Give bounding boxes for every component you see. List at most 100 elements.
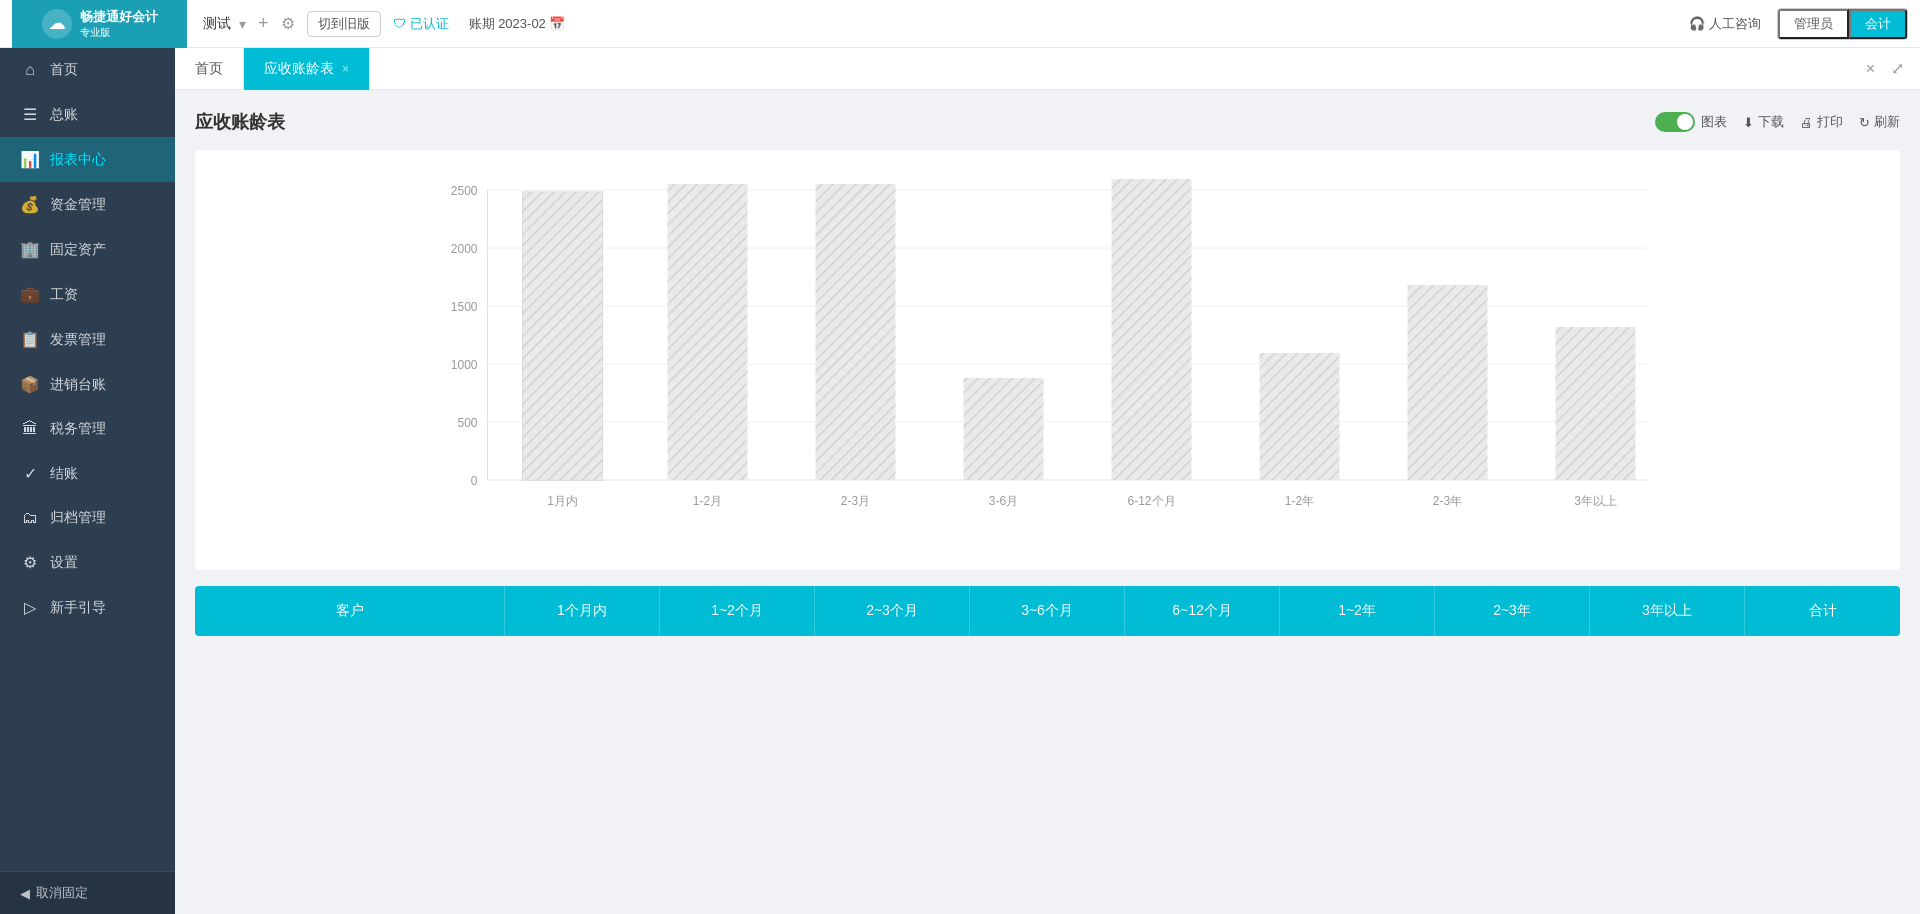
certified-text: 已认证: [410, 15, 449, 33]
guide-icon: ▷: [20, 598, 40, 617]
sidebar-item-closing[interactable]: ✓ 结账: [0, 451, 175, 496]
sidebar-item-archive[interactable]: 🗂 归档管理: [0, 496, 175, 540]
user-role-switcher: 管理员 会计: [1777, 8, 1908, 40]
sidebar-item-label: 工资: [50, 286, 78, 304]
app-logo: ☁ 畅捷通好会计 专业版: [12, 0, 187, 48]
refresh-icon: ↻: [1859, 115, 1870, 130]
sidebar-item-inventory[interactable]: 📦 进销台账: [0, 362, 175, 407]
svg-text:1500: 1500: [451, 300, 478, 314]
settings-icon: ⚙: [20, 553, 40, 572]
home-icon: ⌂: [20, 61, 40, 79]
svg-text:1-2月: 1-2月: [693, 494, 722, 508]
col-1-2months: 1~2个月: [660, 586, 815, 636]
close-window-icon[interactable]: ×: [1862, 56, 1879, 82]
page-header: 应收账龄表 图表 ⬇ 下载 🖨 打印: [195, 110, 1900, 134]
sidebar-scroll: ⌂ 首页 ☰ 总账 📊 报表中心 💰 资金管理 🏢 固定资产 💼 工资: [0, 48, 175, 871]
sidebar-item-guide[interactable]: ▷ 新手引导: [0, 585, 175, 630]
svg-text:2-3月: 2-3月: [841, 494, 870, 508]
svg-text:1-2年: 1-2年: [1285, 494, 1314, 508]
svg-text:0: 0: [471, 474, 478, 488]
top-header: ☁ 畅捷通好会计 专业版 测试 ▾ + ⚙ 切到旧版 🛡 已认证 账期 2023…: [0, 0, 1920, 48]
consulting-button[interactable]: 🎧 人工咨询: [1689, 15, 1761, 33]
col-3-6months: 3~6个月: [970, 586, 1125, 636]
pin-icon: ◀: [20, 886, 30, 901]
invoice-icon: 📋: [20, 330, 40, 349]
svg-text:2-3年: 2-3年: [1433, 494, 1462, 508]
sidebar-item-reports[interactable]: 📊 报表中心: [0, 137, 175, 182]
add-button[interactable]: +: [258, 13, 269, 34]
col-2-3months: 2~3个月: [815, 586, 970, 636]
main-layout: ⌂ 首页 ☰ 总账 📊 报表中心 💰 资金管理 🏢 固定资产 💼 工资: [0, 48, 1920, 914]
inventory-icon: 📦: [20, 375, 40, 394]
col-1month: 1个月内: [505, 586, 660, 636]
sidebar-item-invoice[interactable]: 📋 发票管理: [0, 317, 175, 362]
sidebar-item-tax[interactable]: 🏛 税务管理: [0, 407, 175, 451]
sidebar-item-label: 税务管理: [50, 420, 106, 438]
download-button[interactable]: ⬇ 下载: [1743, 113, 1784, 131]
period-info: 账期 2023-02 📅: [469, 15, 566, 33]
page-content: 应收账龄表 图表 ⬇ 下载 🖨 打印: [175, 90, 1920, 914]
page-actions: 图表 ⬇ 下载 🖨 打印 ↻ 刷新: [1655, 112, 1900, 132]
headset-icon: 🎧: [1689, 16, 1705, 31]
svg-text:1000: 1000: [451, 358, 478, 372]
sidebar-item-label: 进销台账: [50, 376, 106, 394]
certified-icon: 🛡: [393, 16, 406, 31]
tab-close-icon[interactable]: ×: [342, 62, 349, 76]
svg-rect-20: [1408, 285, 1488, 480]
svg-text:2000: 2000: [451, 242, 478, 256]
svg-text:500: 500: [457, 416, 477, 430]
accountant-button[interactable]: 会计: [1849, 9, 1907, 39]
sidebar-item-salary[interactable]: 💼 工资: [0, 272, 175, 317]
company-name: 测试: [203, 15, 231, 33]
sidebar-item-label: 设置: [50, 554, 78, 572]
sidebar-item-label: 首页: [50, 61, 78, 79]
svg-rect-18: [1112, 179, 1192, 480]
chart-toggle[interactable]: 图表: [1655, 112, 1727, 132]
sidebar-unpin-button[interactable]: ◀ 取消固定: [0, 871, 175, 914]
tax-icon: 🏛: [20, 420, 40, 438]
col-1-2years: 1~2年: [1280, 586, 1435, 636]
sidebar: ⌂ 首页 ☰ 总账 📊 报表中心 💰 资金管理 🏢 固定资产 💼 工资: [0, 48, 175, 914]
tab-aging[interactable]: 应收账龄表 ×: [244, 48, 370, 90]
closing-icon: ✓: [20, 464, 40, 483]
settings-button[interactable]: ⚙: [281, 14, 295, 33]
sidebar-item-label: 总账: [50, 106, 78, 124]
report-icon: 📊: [20, 150, 40, 169]
refresh-button[interactable]: ↻ 刷新: [1859, 113, 1900, 131]
manager-button[interactable]: 管理员: [1778, 9, 1849, 39]
print-button[interactable]: 🖨 打印: [1800, 113, 1843, 131]
sidebar-item-settings[interactable]: ⚙ 设置: [0, 540, 175, 585]
chart-container: 0 500 1000 1500 2000 2500: [195, 150, 1900, 570]
toggle-track[interactable]: [1655, 112, 1695, 132]
download-icon: ⬇: [1743, 115, 1754, 130]
tab-bar: 首页 应收账龄表 × × ⤢: [175, 48, 1920, 90]
svg-text:3年以上: 3年以上: [1574, 494, 1617, 508]
sidebar-item-label: 报表中心: [50, 151, 106, 169]
svg-rect-17: [964, 378, 1044, 480]
svg-text:3-6月: 3-6月: [989, 494, 1018, 508]
sidebar-item-label: 结账: [50, 465, 78, 483]
app-edition: 专业版: [80, 26, 158, 40]
sidebar-item-funds[interactable]: 💰 资金管理: [0, 182, 175, 227]
sidebar-item-label: 发票管理: [50, 331, 106, 349]
expand-icon[interactable]: ⤢: [1887, 55, 1908, 82]
svg-rect-19: [1260, 353, 1340, 480]
toggle-thumb: [1677, 114, 1693, 130]
archive-icon: 🗂: [20, 509, 40, 527]
col-2-3years: 2~3年: [1435, 586, 1590, 636]
company-area: 测试 ▾: [203, 15, 246, 33]
sidebar-item-ledger[interactable]: ☰ 总账: [0, 92, 175, 137]
tab-home[interactable]: 首页: [175, 48, 244, 90]
data-table: 客户 1个月内 1~2个月 2~3个月 3~6个月 6~12个月 1~2年 2~…: [195, 586, 1900, 636]
old-version-button[interactable]: 切到旧版: [307, 11, 381, 37]
col-total: 合计: [1745, 586, 1900, 636]
svg-text:6-12个月: 6-12个月: [1127, 494, 1175, 508]
dropdown-icon[interactable]: ▾: [239, 16, 246, 32]
sidebar-item-home[interactable]: ⌂ 首页: [0, 48, 175, 92]
col-customer: 客户: [195, 586, 505, 636]
page-title: 应收账龄表: [195, 110, 285, 134]
tab-bar-right: × ⤢: [1862, 55, 1920, 82]
print-icon: 🖨: [1800, 115, 1813, 130]
sidebar-item-assets[interactable]: 🏢 固定资产: [0, 227, 175, 272]
bar-chart: 0 500 1000 1500 2000 2500: [215, 170, 1880, 550]
